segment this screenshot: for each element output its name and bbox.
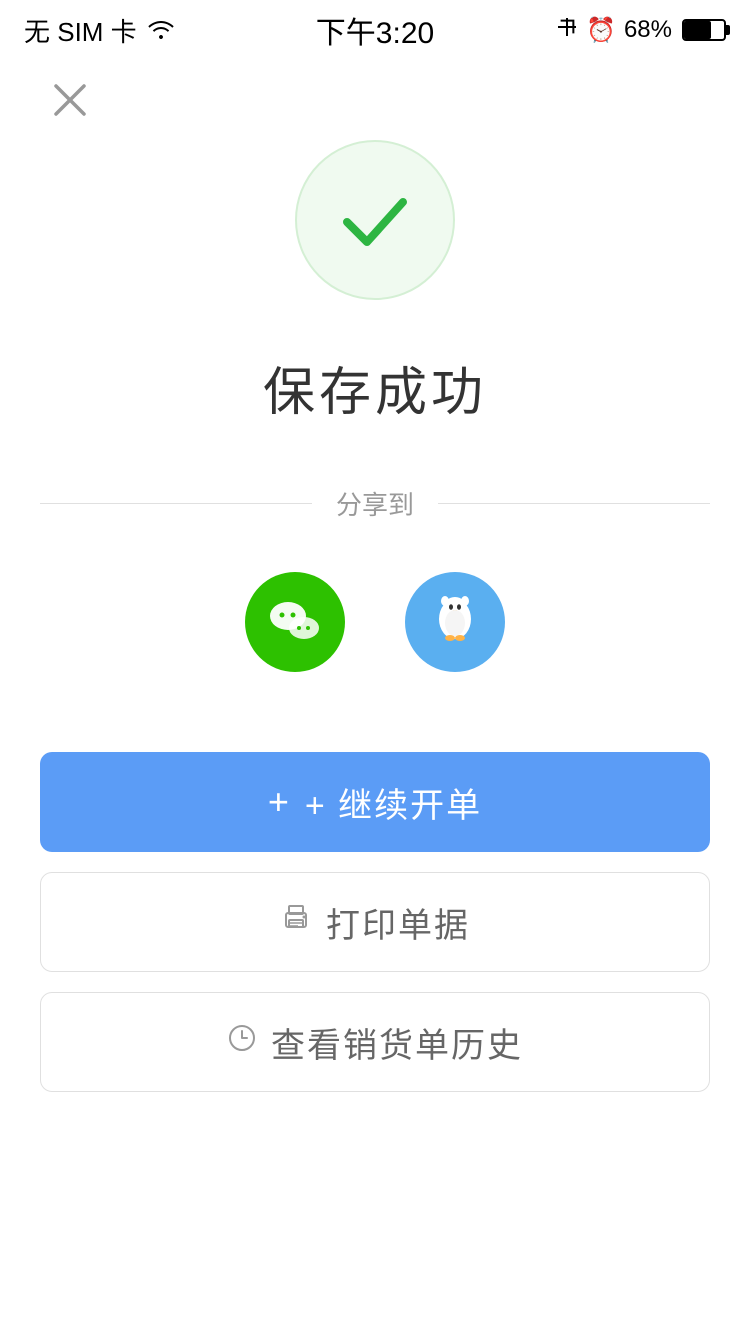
status-right: ⏰ 68% [556,16,726,45]
status-time: 下午3:20 [316,8,434,52]
success-title: 保存成功 [263,350,487,425]
status-bar: 无 SIM 卡 下午3:20 ⏰ 68% [0,0,750,60]
buttons-section: + + 继续开单 打印单据 [0,752,750,1092]
share-section: 分享到 [0,485,750,672]
continue-button[interactable]: + + 继续开单 [40,752,710,852]
qq-share-button[interactable] [405,572,505,672]
history-icon [227,1023,257,1061]
wifi-icon [147,15,175,46]
close-icon [52,82,88,118]
status-left: 无 SIM 卡 [24,12,175,49]
history-button[interactable]: 查看销货单历史 [40,992,710,1092]
share-label: 分享到 [312,485,438,522]
success-icon-circle [295,140,455,300]
divider-right [438,503,710,504]
print-label: 打印单据 [326,898,470,947]
print-button[interactable]: 打印单据 [40,872,710,972]
history-label: 查看销货单历史 [271,1018,523,1067]
share-divider: 分享到 [40,485,710,522]
continue-label: + 继续开单 [305,778,482,827]
plus-icon: + [268,781,291,823]
battery-percent: 68% [624,16,672,44]
main-content: 保存成功 分享到 [0,60,750,1092]
close-button[interactable] [40,70,100,130]
no-sim-text: 无 SIM 卡 [24,12,137,49]
divider-left [40,503,312,504]
qq-icon-svg [426,593,484,651]
location-icon [556,16,578,45]
share-icons-container [40,572,710,672]
battery-icon [682,19,726,41]
checkmark-icon [335,180,415,260]
wechat-icon-svg [266,596,324,648]
wechat-share-button[interactable] [245,572,345,672]
print-icon [280,903,312,941]
alarm-icon: ⏰ [586,16,616,45]
